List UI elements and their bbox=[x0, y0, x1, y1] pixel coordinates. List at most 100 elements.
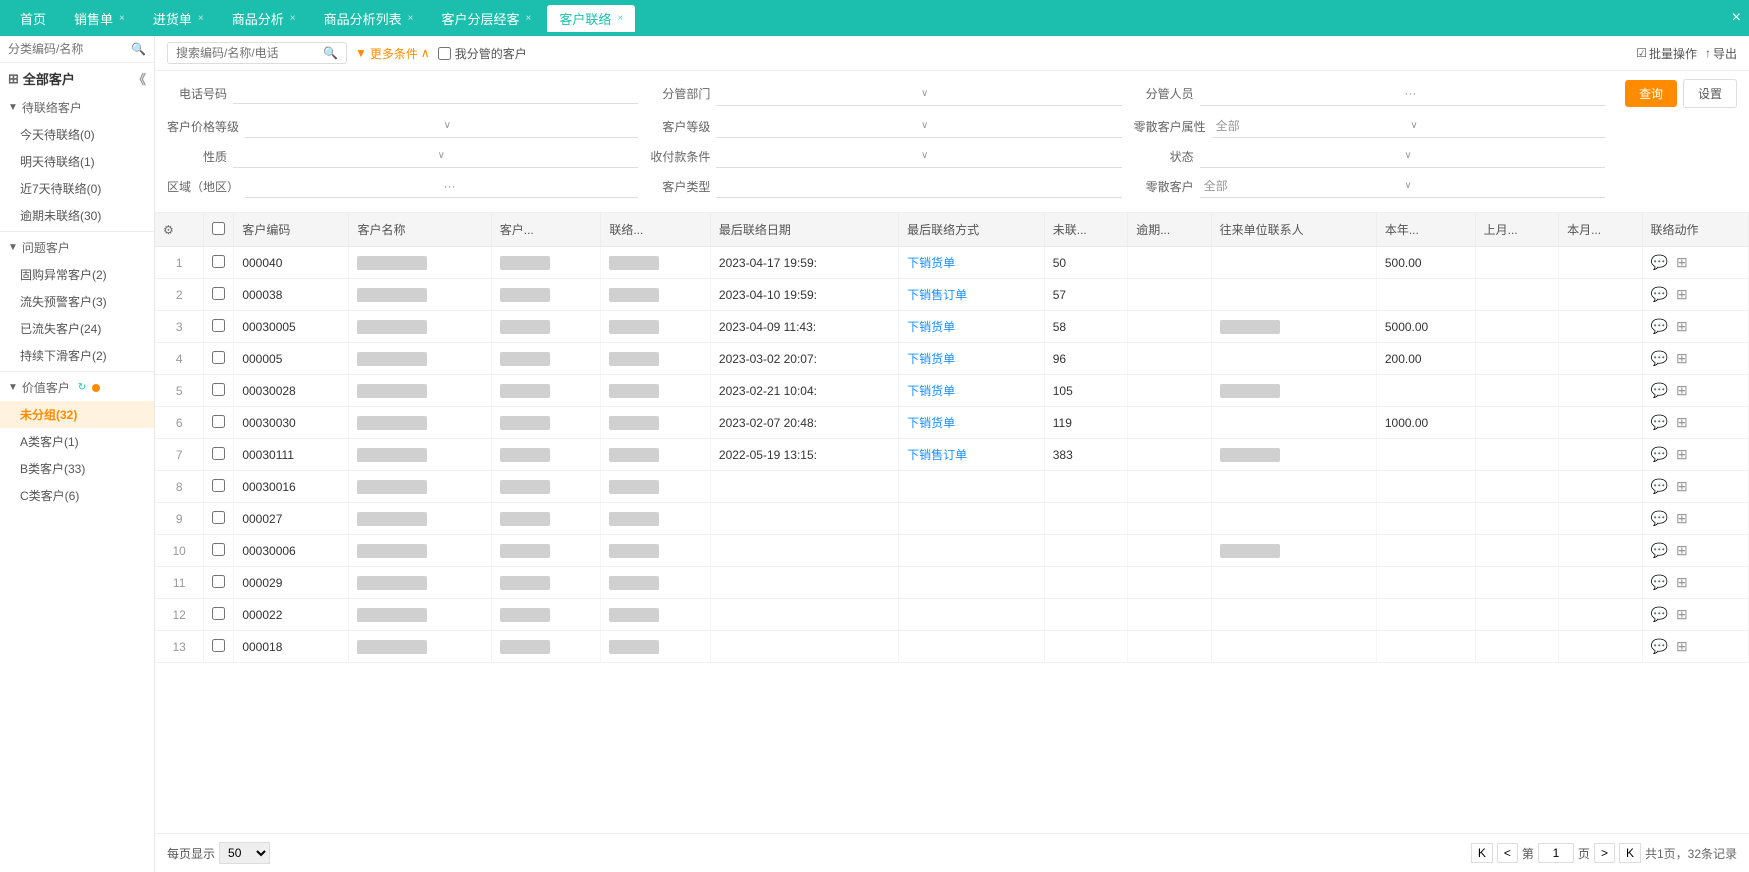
sidebar-item-overdue[interactable]: 逾期未联络(30) bbox=[0, 202, 154, 229]
tab-sales-close[interactable]: × bbox=[119, 13, 125, 24]
qr-icon[interactable]: ⊞ bbox=[1676, 286, 1688, 303]
chat-icon[interactable]: 💬 bbox=[1651, 254, 1668, 271]
export-btn[interactable]: ↑ 导出 bbox=[1705, 45, 1737, 62]
manager-select[interactable]: ··· bbox=[1200, 82, 1605, 106]
row-check[interactable] bbox=[212, 543, 225, 556]
sidebar-item-ungroup[interactable]: 未分组(32) bbox=[0, 401, 154, 428]
category-search-icon[interactable]: 🔍 bbox=[131, 42, 146, 56]
tab-customer-contact[interactable]: 客户联络 × bbox=[547, 5, 635, 32]
more-conditions-btn[interactable]: ▼ 更多条件 ∧ bbox=[355, 45, 430, 62]
sidebar-collapse-btn[interactable]: 《 bbox=[133, 69, 146, 88]
row-check[interactable] bbox=[212, 575, 225, 588]
search-input[interactable] bbox=[176, 46, 319, 60]
sidebar-item-tomorrow[interactable]: 明天待联络(1) bbox=[0, 148, 154, 175]
problem-customers-group[interactable]: ▼ 问题客户 bbox=[0, 234, 154, 261]
reset-button[interactable]: 设置 bbox=[1683, 79, 1737, 108]
qr-icon[interactable]: ⊞ bbox=[1676, 446, 1688, 463]
last-method-link[interactable]: 下销售订单 bbox=[907, 288, 967, 302]
chat-icon[interactable]: 💬 bbox=[1651, 542, 1668, 559]
tab-customer-contact-close[interactable]: × bbox=[617, 13, 623, 24]
tab-product-list[interactable]: 商品分析列表 × bbox=[312, 5, 426, 32]
tab-purchase-close[interactable]: × bbox=[198, 13, 204, 24]
sidebar-item-today[interactable]: 今天待联络(0) bbox=[0, 121, 154, 148]
chat-icon[interactable]: 💬 bbox=[1651, 574, 1668, 591]
retail-attr-select[interactable]: 全部 ∨ bbox=[1212, 114, 1605, 138]
row-check[interactable] bbox=[212, 511, 225, 524]
last-page-btn[interactable]: K bbox=[1619, 843, 1641, 863]
customer-level-select[interactable]: ∨ bbox=[716, 114, 1121, 138]
sidebar-item-class-c[interactable]: C类客户(6) bbox=[0, 482, 154, 509]
row-check[interactable] bbox=[212, 287, 225, 300]
phone-input[interactable] bbox=[233, 83, 638, 104]
tab-product-list-close[interactable]: × bbox=[408, 13, 414, 24]
row-check[interactable] bbox=[212, 639, 225, 652]
tab-sales[interactable]: 销售单 × bbox=[62, 5, 137, 32]
per-page-select[interactable]: 50 100 200 bbox=[219, 842, 270, 864]
last-method-link[interactable]: 下销货单 bbox=[907, 352, 955, 366]
batch-operation-btn[interactable]: ☑ 批量操作 bbox=[1636, 45, 1697, 62]
payment-select[interactable]: ∨ bbox=[716, 144, 1121, 168]
qr-icon[interactable]: ⊞ bbox=[1676, 542, 1688, 559]
qr-icon[interactable]: ⊞ bbox=[1676, 350, 1688, 367]
sidebar-item-churned[interactable]: 已流失客户(24) bbox=[0, 315, 154, 342]
tab-customer-segment-close[interactable]: × bbox=[525, 13, 531, 24]
sidebar-item-abnormal[interactable]: 固购异常客户(2) bbox=[0, 261, 154, 288]
chat-icon[interactable]: 💬 bbox=[1651, 510, 1668, 527]
row-check[interactable] bbox=[212, 447, 225, 460]
sidebar-item-class-b[interactable]: B类客户(33) bbox=[0, 455, 154, 482]
my-customers-checkbox[interactable]: 我分管的客户 bbox=[438, 45, 527, 62]
pending-contact-group[interactable]: ▼ 待联络客户 bbox=[0, 94, 154, 121]
chat-icon[interactable]: 💬 bbox=[1651, 350, 1668, 367]
row-check[interactable] bbox=[212, 351, 225, 364]
row-check[interactable] bbox=[212, 255, 225, 268]
row-check[interactable] bbox=[212, 383, 225, 396]
chat-icon[interactable]: 💬 bbox=[1651, 382, 1668, 399]
search-icon[interactable]: 🔍 bbox=[323, 46, 338, 60]
row-check[interactable] bbox=[212, 479, 225, 492]
status-select[interactable]: ∨ bbox=[1200, 144, 1605, 168]
tab-home[interactable]: 首页 bbox=[8, 5, 58, 32]
qr-icon[interactable]: ⊞ bbox=[1676, 574, 1688, 591]
region-select[interactable]: ··· bbox=[245, 174, 638, 198]
prev-page-btn[interactable]: < bbox=[1497, 843, 1518, 863]
query-button[interactable]: 查询 bbox=[1625, 80, 1677, 107]
refresh-icon[interactable]: ↻ bbox=[78, 382, 86, 393]
department-select[interactable]: ∨ bbox=[716, 82, 1121, 106]
gender-select[interactable]: ∨ bbox=[233, 144, 638, 168]
qr-icon[interactable]: ⊞ bbox=[1676, 254, 1688, 271]
select-all-checkbox[interactable] bbox=[212, 222, 225, 235]
price-level-select[interactable]: ∨ bbox=[245, 114, 638, 138]
value-customers-group[interactable]: ▼ 价值客户 ↻ bbox=[0, 374, 154, 401]
last-method-link[interactable]: 下销货单 bbox=[907, 320, 955, 334]
close-all-tabs[interactable]: × bbox=[1732, 9, 1741, 27]
sidebar-item-class-a[interactable]: A类客户(1) bbox=[0, 428, 154, 455]
chat-icon[interactable]: 💬 bbox=[1651, 414, 1668, 431]
row-check[interactable] bbox=[212, 607, 225, 620]
sidebar-item-declining[interactable]: 持续下滑客户(2) bbox=[0, 342, 154, 369]
qr-icon[interactable]: ⊞ bbox=[1676, 318, 1688, 335]
chat-icon[interactable]: 💬 bbox=[1651, 286, 1668, 303]
tab-customer-segment[interactable]: 客户分层经客 × bbox=[429, 5, 543, 32]
sidebar-item-churn-warn[interactable]: 流失预警客户(3) bbox=[0, 288, 154, 315]
qr-icon[interactable]: ⊞ bbox=[1676, 414, 1688, 431]
sidebar-item-7days[interactable]: 近7天待联络(0) bbox=[0, 175, 154, 202]
qr-icon[interactable]: ⊞ bbox=[1676, 606, 1688, 623]
tab-product-analysis-close[interactable]: × bbox=[290, 13, 296, 24]
row-check[interactable] bbox=[212, 415, 225, 428]
qr-icon[interactable]: ⊞ bbox=[1676, 382, 1688, 399]
chat-icon[interactable]: 💬 bbox=[1651, 606, 1668, 623]
gear-icon[interactable]: ⚙ bbox=[163, 223, 174, 237]
last-method-link[interactable]: 下销货单 bbox=[907, 416, 955, 430]
page-number-input[interactable] bbox=[1538, 843, 1574, 863]
chat-icon[interactable]: 💬 bbox=[1651, 638, 1668, 655]
my-customers-check[interactable] bbox=[438, 47, 451, 60]
qr-icon[interactable]: ⊞ bbox=[1676, 478, 1688, 495]
last-method-link[interactable]: 下销货单 bbox=[907, 256, 955, 270]
customer-type-select[interactable] bbox=[716, 174, 1121, 198]
row-check[interactable] bbox=[212, 319, 225, 332]
last-method-link[interactable]: 下销货单 bbox=[907, 384, 955, 398]
chat-icon[interactable]: 💬 bbox=[1651, 318, 1668, 335]
tab-purchase[interactable]: 进货单 × bbox=[141, 5, 216, 32]
chat-icon[interactable]: 💬 bbox=[1651, 478, 1668, 495]
qr-icon[interactable]: ⊞ bbox=[1676, 510, 1688, 527]
